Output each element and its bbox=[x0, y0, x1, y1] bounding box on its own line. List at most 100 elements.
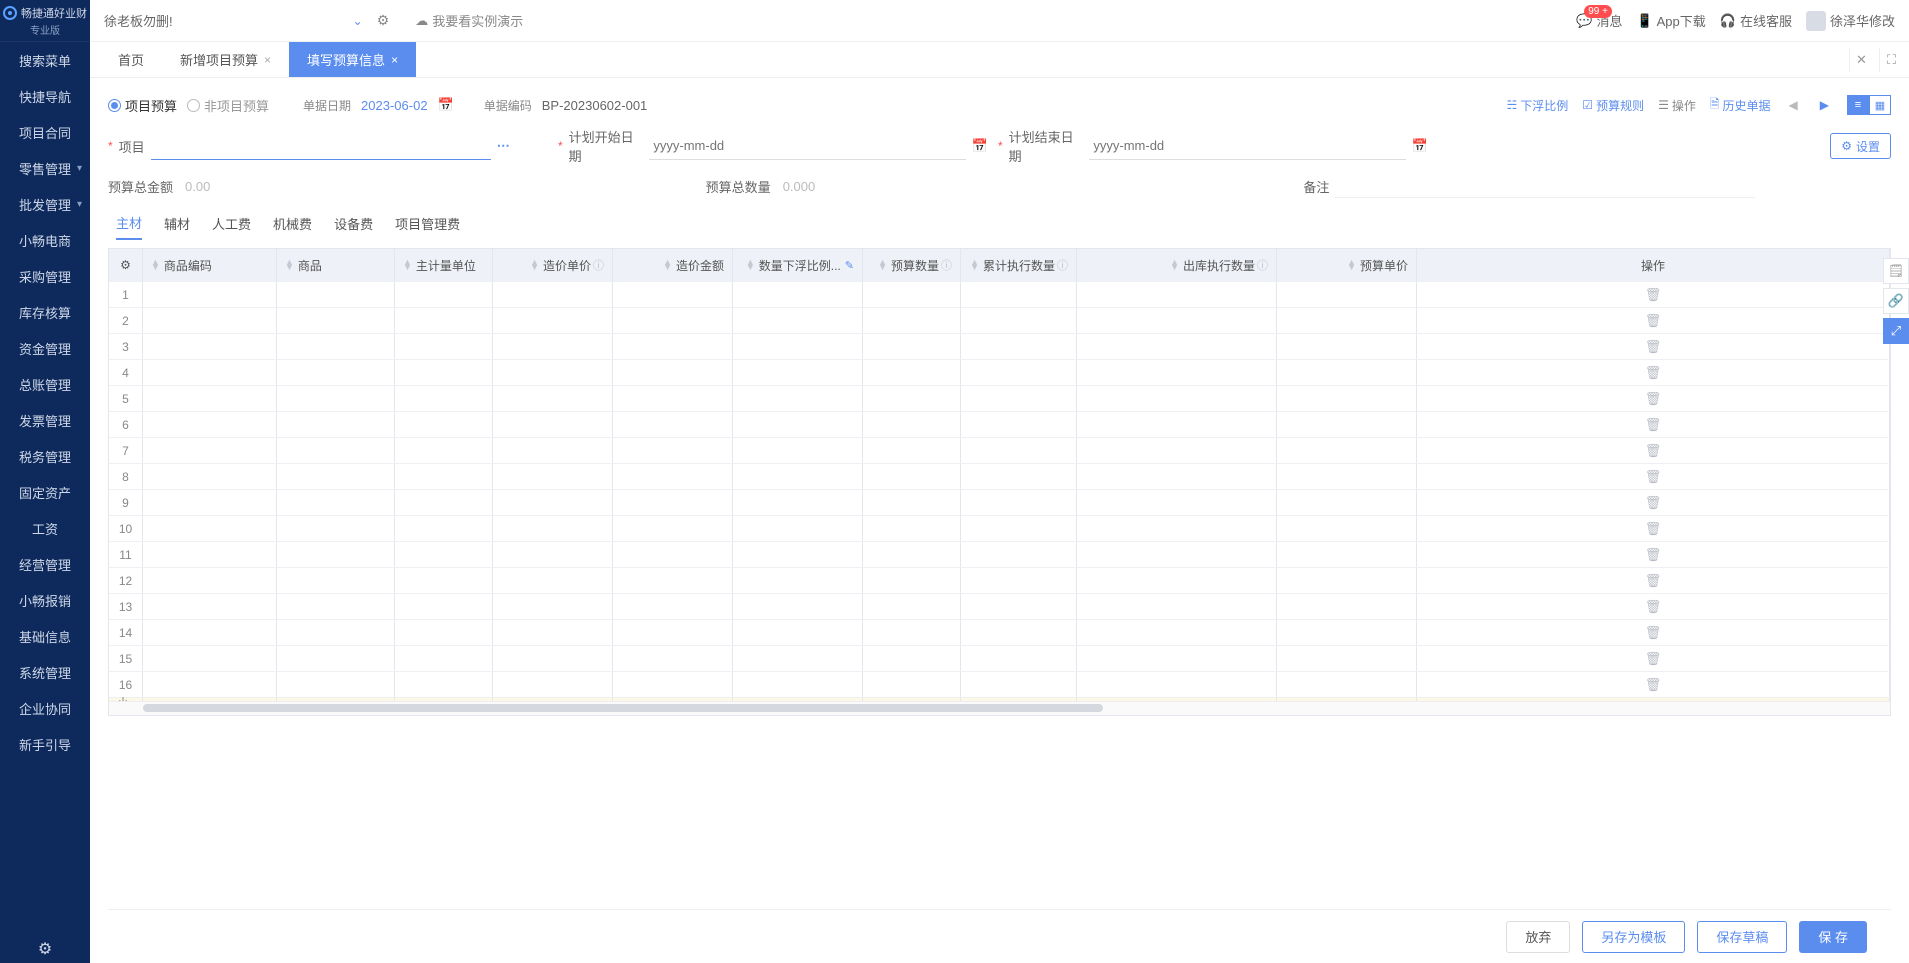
material-tab[interactable]: 人工费 bbox=[212, 214, 251, 239]
table-row[interactable]: 14🗑 bbox=[109, 619, 1890, 645]
table-cell[interactable] bbox=[1077, 568, 1277, 593]
col-cumulative-exec[interactable]: ▲▼累计执行数量ⓘ bbox=[961, 249, 1077, 281]
messages-button[interactable]: 💬 消息 99 + bbox=[1576, 11, 1622, 30]
table-cell[interactable] bbox=[493, 516, 613, 541]
table-cell[interactable] bbox=[493, 620, 613, 645]
rail-attach-icon[interactable]: 🔗 bbox=[1883, 288, 1909, 314]
nav-item[interactable]: 系统管理 bbox=[0, 654, 90, 690]
table-cell[interactable] bbox=[1277, 386, 1417, 411]
nav-item[interactable]: 税务管理 bbox=[0, 438, 90, 474]
col-budget-price[interactable]: ▲▼预算单价 bbox=[1277, 249, 1417, 281]
delete-row-icon[interactable]: 🗑 bbox=[1645, 651, 1662, 667]
nav-item[interactable]: 小畅报销 bbox=[0, 582, 90, 618]
table-cell[interactable] bbox=[733, 282, 863, 307]
col-out-exec[interactable]: ▲▼出库执行数量ⓘ bbox=[1077, 249, 1277, 281]
nav-item[interactable]: 批发管理▾ bbox=[0, 186, 90, 222]
table-cell[interactable] bbox=[493, 672, 613, 697]
table-cell[interactable] bbox=[613, 438, 733, 463]
delete-row-icon[interactable]: 🗑 bbox=[1645, 677, 1662, 693]
table-cell[interactable] bbox=[277, 282, 395, 307]
table-cell[interactable] bbox=[961, 490, 1077, 515]
table-cell[interactable] bbox=[277, 620, 395, 645]
table-cell[interactable] bbox=[143, 334, 277, 359]
table-cell[interactable] bbox=[1277, 594, 1417, 619]
delete-row-icon[interactable]: 🗑 bbox=[1645, 287, 1662, 303]
column-config-icon[interactable]: ⚙ bbox=[109, 249, 143, 281]
delete-row-icon[interactable]: 🗑 bbox=[1645, 547, 1662, 563]
table-cell[interactable] bbox=[863, 542, 961, 567]
plan-end-input[interactable] bbox=[1089, 132, 1405, 160]
save-button[interactable]: 保 存 bbox=[1799, 921, 1867, 953]
table-cell[interactable] bbox=[863, 672, 961, 697]
project-input[interactable] bbox=[151, 132, 491, 160]
table-cell[interactable] bbox=[277, 334, 395, 359]
nav-item[interactable]: 资金管理 bbox=[0, 330, 90, 366]
table-cell[interactable] bbox=[863, 386, 961, 411]
delete-row-icon[interactable]: 🗑 bbox=[1645, 339, 1662, 355]
table-cell[interactable] bbox=[613, 282, 733, 307]
delete-row-icon[interactable]: 🗑 bbox=[1645, 469, 1662, 485]
table-cell[interactable] bbox=[395, 646, 493, 671]
save-template-button[interactable]: 另存为模板 bbox=[1582, 921, 1685, 953]
table-cell[interactable] bbox=[1077, 646, 1277, 671]
nav-item[interactable]: 快捷导航 bbox=[0, 78, 90, 114]
table-cell[interactable] bbox=[277, 464, 395, 489]
table-cell[interactable] bbox=[1077, 386, 1277, 411]
table-cell[interactable] bbox=[1077, 334, 1277, 359]
delete-row-icon[interactable]: 🗑 bbox=[1645, 417, 1662, 433]
table-cell[interactable] bbox=[1277, 282, 1417, 307]
nav-item[interactable]: 新手引导 bbox=[0, 726, 90, 762]
plan-start-input[interactable] bbox=[649, 132, 965, 160]
tab-expand-icon[interactable]: ⛶ bbox=[1879, 48, 1903, 72]
table-cell[interactable] bbox=[733, 594, 863, 619]
table-cell[interactable] bbox=[863, 282, 961, 307]
table-cell[interactable] bbox=[733, 308, 863, 333]
table-cell[interactable] bbox=[1277, 438, 1417, 463]
table-cell[interactable] bbox=[613, 386, 733, 411]
table-cell[interactable] bbox=[863, 464, 961, 489]
table-cell[interactable] bbox=[1077, 282, 1277, 307]
table-cell[interactable] bbox=[961, 412, 1077, 437]
table-cell[interactable] bbox=[961, 620, 1077, 645]
table-cell[interactable] bbox=[961, 516, 1077, 541]
table-cell[interactable] bbox=[613, 672, 733, 697]
nav-item[interactable]: 企业协同 bbox=[0, 690, 90, 726]
table-cell[interactable] bbox=[143, 438, 277, 463]
table-cell[interactable] bbox=[493, 308, 613, 333]
table-cell[interactable] bbox=[1277, 646, 1417, 671]
table-row[interactable]: 4🗑 bbox=[109, 359, 1890, 385]
table-cell[interactable] bbox=[733, 464, 863, 489]
table-cell[interactable] bbox=[613, 594, 733, 619]
table-cell[interactable] bbox=[493, 360, 613, 385]
table-cell[interactable] bbox=[395, 360, 493, 385]
nav-item[interactable]: 固定资产 bbox=[0, 474, 90, 510]
table-cell[interactable] bbox=[863, 646, 961, 671]
delete-row-icon[interactable]: 🗑 bbox=[1645, 625, 1662, 641]
table-cell[interactable] bbox=[1277, 412, 1417, 437]
rail-note-icon[interactable]: 🗒 bbox=[1883, 258, 1909, 284]
table-cell[interactable] bbox=[1077, 542, 1277, 567]
close-icon[interactable]: × bbox=[391, 53, 398, 67]
table-row[interactable]: 15🗑 bbox=[109, 645, 1890, 671]
nav-item[interactable]: 基础信息 bbox=[0, 618, 90, 654]
table-cell[interactable] bbox=[863, 360, 961, 385]
table-cell[interactable] bbox=[1277, 360, 1417, 385]
app-download-button[interactable]: 📱 App下载 bbox=[1636, 11, 1705, 30]
table-cell[interactable] bbox=[613, 308, 733, 333]
save-draft-button[interactable]: 保存草稿 bbox=[1697, 921, 1787, 953]
table-cell[interactable] bbox=[733, 334, 863, 359]
table-cell[interactable] bbox=[277, 360, 395, 385]
table-cell[interactable] bbox=[277, 672, 395, 697]
nav-item[interactable]: 小畅电商 bbox=[0, 222, 90, 258]
material-tab[interactable]: 项目管理费 bbox=[395, 214, 460, 239]
table-cell[interactable] bbox=[1277, 464, 1417, 489]
delete-row-icon[interactable]: 🗑 bbox=[1645, 443, 1662, 459]
table-cell[interactable] bbox=[863, 412, 961, 437]
table-cell[interactable] bbox=[1077, 490, 1277, 515]
table-cell[interactable] bbox=[395, 594, 493, 619]
delete-row-icon[interactable]: 🗑 bbox=[1645, 313, 1662, 329]
table-row[interactable]: 5🗑 bbox=[109, 385, 1890, 411]
budget-rule-link[interactable]: ☑ 预算规则 bbox=[1582, 97, 1644, 114]
page-tab[interactable]: 新增项目预算× bbox=[162, 42, 289, 77]
user-menu[interactable]: 徐泽华修改 bbox=[1806, 11, 1895, 31]
